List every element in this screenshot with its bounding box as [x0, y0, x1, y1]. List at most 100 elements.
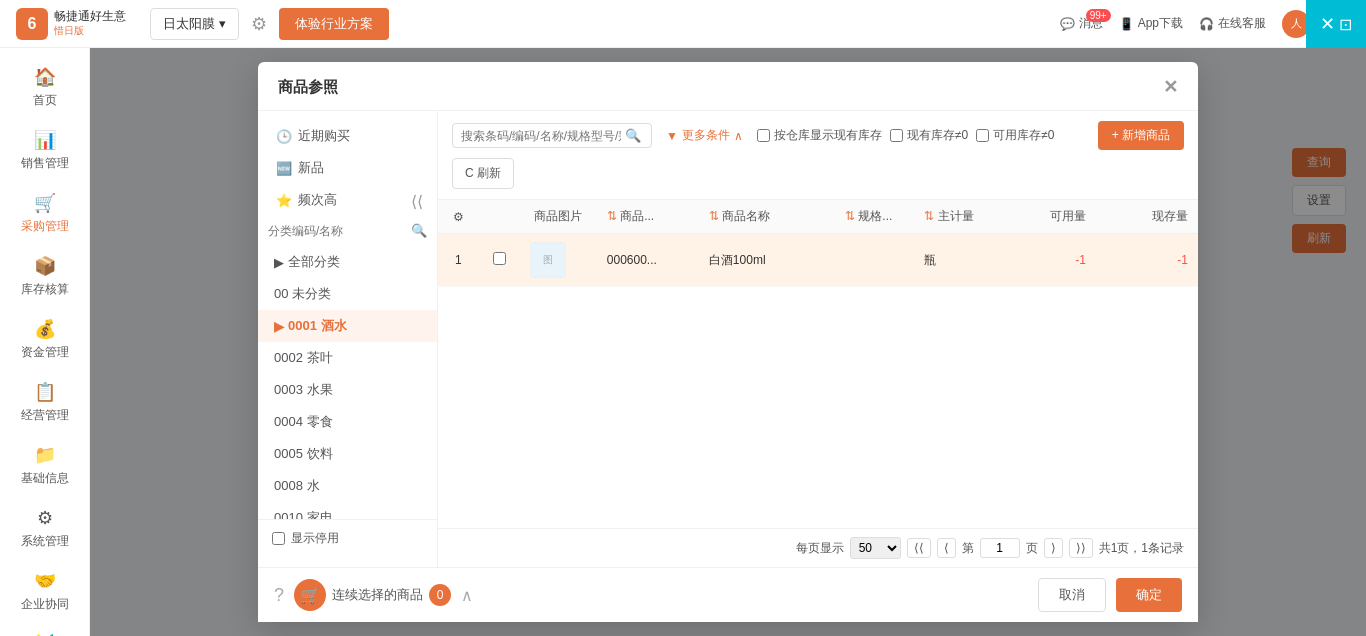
sidebar-item-guide[interactable]: 🔰 新手引导 [0, 623, 89, 636]
sidebar-label-enterprise: 企业协同 [21, 596, 69, 613]
sidebar-item-enterprise[interactable]: 🤝 企业协同 [0, 560, 89, 623]
cancel-button[interactable]: 取消 [1038, 578, 1106, 612]
logo-icon: 6 [16, 8, 48, 40]
logo: 6 畅捷通好生意 惜日版 [16, 8, 126, 40]
cat-0005-label: 0005 饮料 [274, 445, 333, 463]
sidebar-item-home[interactable]: 🏠 首页 [0, 56, 89, 119]
sidebar-item-inventory[interactable]: 📦 库存核算 [0, 245, 89, 308]
search-icon[interactable]: 🔍 [625, 128, 641, 143]
cat-0001-label: 0001 酒水 [288, 317, 347, 335]
th-name[interactable]: ⇅ 商品名称 [699, 200, 835, 234]
th-code[interactable]: ⇅ 商品... [597, 200, 699, 234]
messages-btn[interactable]: 💬 消息 99+ [1060, 15, 1103, 32]
check-available-nonzero-label: 可用库存≠0 [993, 127, 1054, 144]
th-spec[interactable]: ⇅ 规格... [835, 200, 914, 234]
trial-btn[interactable]: 体验行业方案 [279, 8, 389, 40]
page-prev-btn[interactable]: ⟨ [937, 538, 956, 558]
cat-0004-label: 0004 零食 [274, 413, 333, 431]
sort-spec-icon: ⇅ [845, 209, 855, 223]
sidebar-item-sales[interactable]: 📊 销售管理 [0, 119, 89, 182]
confirm-button[interactable]: 确定 [1116, 578, 1182, 612]
modal-overlay: 商品参照 ✕ 🕒 近期购买 [90, 48, 1366, 636]
app-download-btn[interactable]: 📱 App下载 [1119, 15, 1183, 32]
filter-icon: ▼ [666, 129, 678, 143]
close-corner-icon[interactable]: ✕ [1320, 13, 1335, 35]
settings-icon[interactable]: ⚙ [251, 13, 267, 35]
page-next-btn[interactable]: ⟩ [1044, 538, 1063, 558]
page-total-info: 共1页，1条记录 [1099, 540, 1184, 557]
home-icon: 🏠 [34, 66, 56, 88]
cat-0005[interactable]: 0005 饮料 [258, 438, 437, 470]
check-stock-nonzero-input[interactable] [890, 129, 903, 142]
cart-icon: 🛒 [294, 579, 326, 611]
sidebar-item-system[interactable]: ⚙ 系统管理 [0, 497, 89, 560]
quick-frequent[interactable]: ⭐ 频次高 [268, 185, 403, 215]
row-image-cell: 图 [520, 234, 597, 287]
sidebar-label-system: 系统管理 [21, 533, 69, 550]
cat-all[interactable]: ▶ 全部分类 [258, 246, 437, 278]
cat-0002[interactable]: 0002 茶叶 [258, 342, 437, 374]
new-icon: 🆕 [276, 161, 292, 176]
help-icon[interactable]: ? [274, 585, 284, 606]
page-first-btn[interactable]: ⟨⟨ [907, 538, 931, 558]
check-stock-nonzero[interactable]: 现有库存≠0 [890, 127, 968, 144]
right-panel: 🔍 ▼ 更多条件 ∧ 按仓库显示现有库存 [438, 111, 1198, 567]
cat-00-label: 00 未分类 [274, 285, 331, 303]
sidebar-item-basic-info[interactable]: 📁 基础信息 [0, 434, 89, 497]
app-download-label: App下载 [1138, 15, 1183, 32]
check-available-nonzero-input[interactable] [976, 129, 989, 142]
row-checkbox[interactable] [493, 252, 506, 265]
th-unit[interactable]: ⇅ 主计量 [914, 200, 993, 234]
row-unit: 瓶 [914, 234, 993, 287]
refresh-btn[interactable]: C 刷新 [452, 158, 514, 189]
more-conditions-btn[interactable]: ▼ 更多条件 ∧ [660, 123, 749, 148]
product-reference-modal: 商品参照 ✕ 🕒 近期购买 [258, 62, 1198, 622]
sidebar-item-finance[interactable]: 💰 资金管理 [0, 308, 89, 371]
tenant-name: 日太阳膜 [163, 15, 215, 33]
cat-0008[interactable]: 0008 水 [258, 470, 437, 502]
cart-label: 连续选择的商品 [332, 586, 423, 604]
cat-00[interactable]: 00 未分类 [258, 278, 437, 310]
row-available: -1 [994, 234, 1096, 287]
cat-0003[interactable]: 0003 水果 [258, 374, 437, 406]
cat-0001[interactable]: ▶ 0001 酒水 [258, 310, 437, 342]
sidebar-item-purchase[interactable]: 🛒 采购管理 [0, 182, 89, 245]
show-disabled-checkbox[interactable] [272, 532, 285, 545]
sidebar-label-purchase: 采购管理 [21, 218, 69, 235]
left-panel-collapse-btn[interactable]: ⟨⟨ [403, 188, 431, 215]
top-nav: 6 畅捷通好生意 惜日版 日太阳膜 ▾ ⚙ 体验行业方案 💬 消息 99+ 📱 … [0, 0, 1366, 48]
sidebar-label-home: 首页 [33, 92, 57, 109]
cart-area[interactable]: 🛒 连续选择的商品 0 [294, 579, 451, 611]
quick-recent[interactable]: 🕒 近期购买 [268, 121, 403, 151]
check-warehouse[interactable]: 按仓库显示现有库存 [757, 127, 882, 144]
row-num: 1 [438, 234, 479, 287]
purchase-icon: 🛒 [34, 192, 56, 214]
add-product-btn[interactable]: + 新增商品 [1098, 121, 1184, 150]
collapse-up-icon[interactable]: ∧ [461, 586, 473, 605]
logo-text: 畅捷通好生意 [54, 9, 126, 25]
modal-close-button[interactable]: ✕ [1163, 76, 1178, 98]
quick-new[interactable]: 🆕 新品 [268, 153, 403, 183]
page-last-btn[interactable]: ⟩⟩ [1069, 538, 1093, 558]
check-warehouse-input[interactable] [757, 129, 770, 142]
quick-recent-label: 近期购买 [298, 127, 350, 145]
online-service-btn[interactable]: 🎧 在线客服 [1199, 15, 1266, 32]
sidebar-item-operations[interactable]: 📋 经营管理 [0, 371, 89, 434]
product-image: 图 [530, 242, 566, 278]
check-available-nonzero[interactable]: 可用库存≠0 [976, 127, 1054, 144]
product-search-input[interactable] [461, 129, 621, 143]
footer-right: 取消 确定 [1038, 578, 1182, 612]
category-search-icon[interactable]: 🔍 [411, 223, 427, 238]
per-page-select[interactable]: 50 100 200 [850, 537, 901, 559]
category-list: ▶ 全部分类 00 未分类 ▶ 0001 酒水 0002 茶 [258, 246, 437, 519]
page-number-input[interactable] [980, 538, 1020, 558]
expand-corner-icon[interactable]: ⊡ [1339, 15, 1352, 34]
category-search-input[interactable] [268, 224, 407, 238]
th-checkbox [479, 200, 520, 234]
quick-frequent-label: 频次高 [298, 191, 337, 209]
table-row[interactable]: 1 图 [438, 234, 1198, 287]
cat-0004[interactable]: 0004 零食 [258, 406, 437, 438]
cat-0010[interactable]: 0010 家电 [258, 502, 437, 519]
tenant-dropdown[interactable]: 日太阳膜 ▾ [150, 8, 239, 40]
cat-0010-label: 0010 家电 [274, 509, 333, 519]
